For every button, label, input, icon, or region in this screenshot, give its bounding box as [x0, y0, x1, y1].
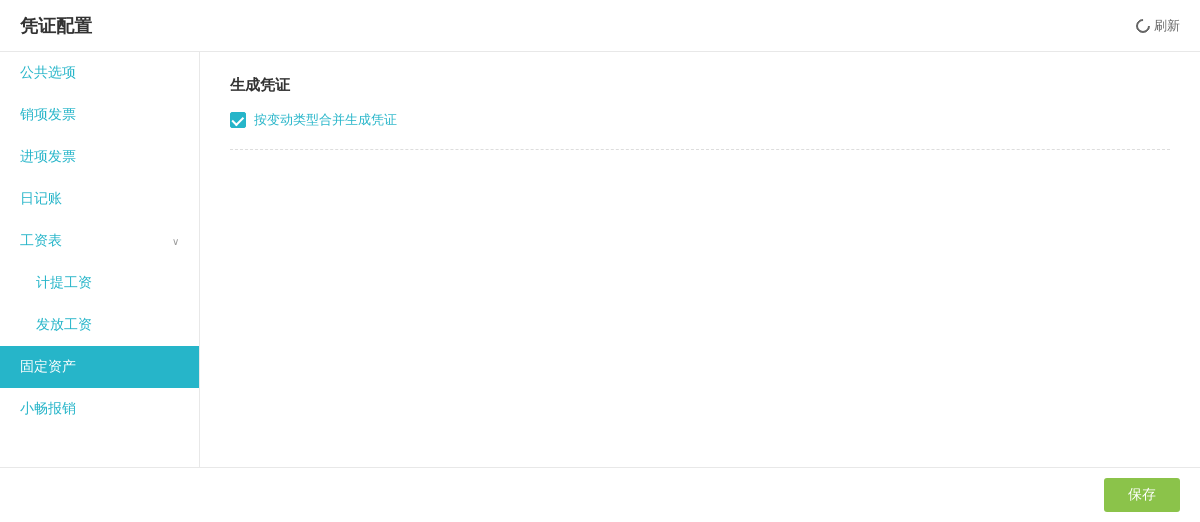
merge-by-type-checkbox[interactable] — [230, 112, 246, 128]
sidebar-item-label: 进项发票 — [20, 148, 76, 166]
save-button[interactable]: 保存 — [1104, 478, 1180, 512]
sidebar-item-distribute-salary[interactable]: 发放工资 — [0, 304, 199, 346]
chevron-down-icon: ∨ — [172, 236, 179, 247]
checkbox-row: 按变动类型合并生成凭证 — [230, 111, 1170, 129]
sidebar-item-label: 计提工资 — [36, 274, 92, 292]
main-content: 生成凭证 按变动类型合并生成凭证 — [200, 52, 1200, 467]
sidebar-item-label: 公共选项 — [20, 64, 76, 82]
section-title: 生成凭证 — [230, 76, 1170, 95]
checkbox-label: 按变动类型合并生成凭证 — [254, 111, 397, 129]
refresh-icon — [1133, 16, 1153, 36]
sidebar-item-purchase-invoice[interactable]: 进项发票 — [0, 136, 199, 178]
refresh-label: 刷新 — [1154, 17, 1180, 35]
sidebar: 公共选项 销项发票 进项发票 日记账 工资表 ∨ 计提工资 发放工资 固定资产 … — [0, 52, 200, 467]
sidebar-item-accrual-salary[interactable]: 计提工资 — [0, 262, 199, 304]
header: 凭证配置 刷新 — [0, 0, 1200, 52]
sidebar-item-sales-invoice[interactable]: 销项发票 — [0, 94, 199, 136]
sidebar-item-payroll[interactable]: 工资表 ∨ — [0, 220, 199, 262]
content-area: 公共选项 销项发票 进项发票 日记账 工资表 ∨ 计提工资 发放工资 固定资产 … — [0, 52, 1200, 467]
sidebar-item-label: 工资表 — [20, 232, 62, 250]
sidebar-item-label: 日记账 — [20, 190, 62, 208]
section-divider — [230, 149, 1170, 150]
page-title: 凭证配置 — [20, 14, 92, 38]
sidebar-item-journal[interactable]: 日记账 — [0, 178, 199, 220]
sidebar-item-label: 销项发票 — [20, 106, 76, 124]
sidebar-item-fixed-assets[interactable]: 固定资产 — [0, 346, 199, 388]
sidebar-item-label: 发放工资 — [36, 316, 92, 334]
sidebar-item-label: 小畅报销 — [20, 400, 76, 418]
sidebar-item-expense-report[interactable]: 小畅报销 — [0, 388, 199, 430]
refresh-button[interactable]: 刷新 — [1136, 17, 1180, 35]
sidebar-item-label: 固定资产 — [20, 358, 76, 376]
footer: 保存 — [0, 467, 1200, 522]
sidebar-item-public[interactable]: 公共选项 — [0, 52, 199, 94]
